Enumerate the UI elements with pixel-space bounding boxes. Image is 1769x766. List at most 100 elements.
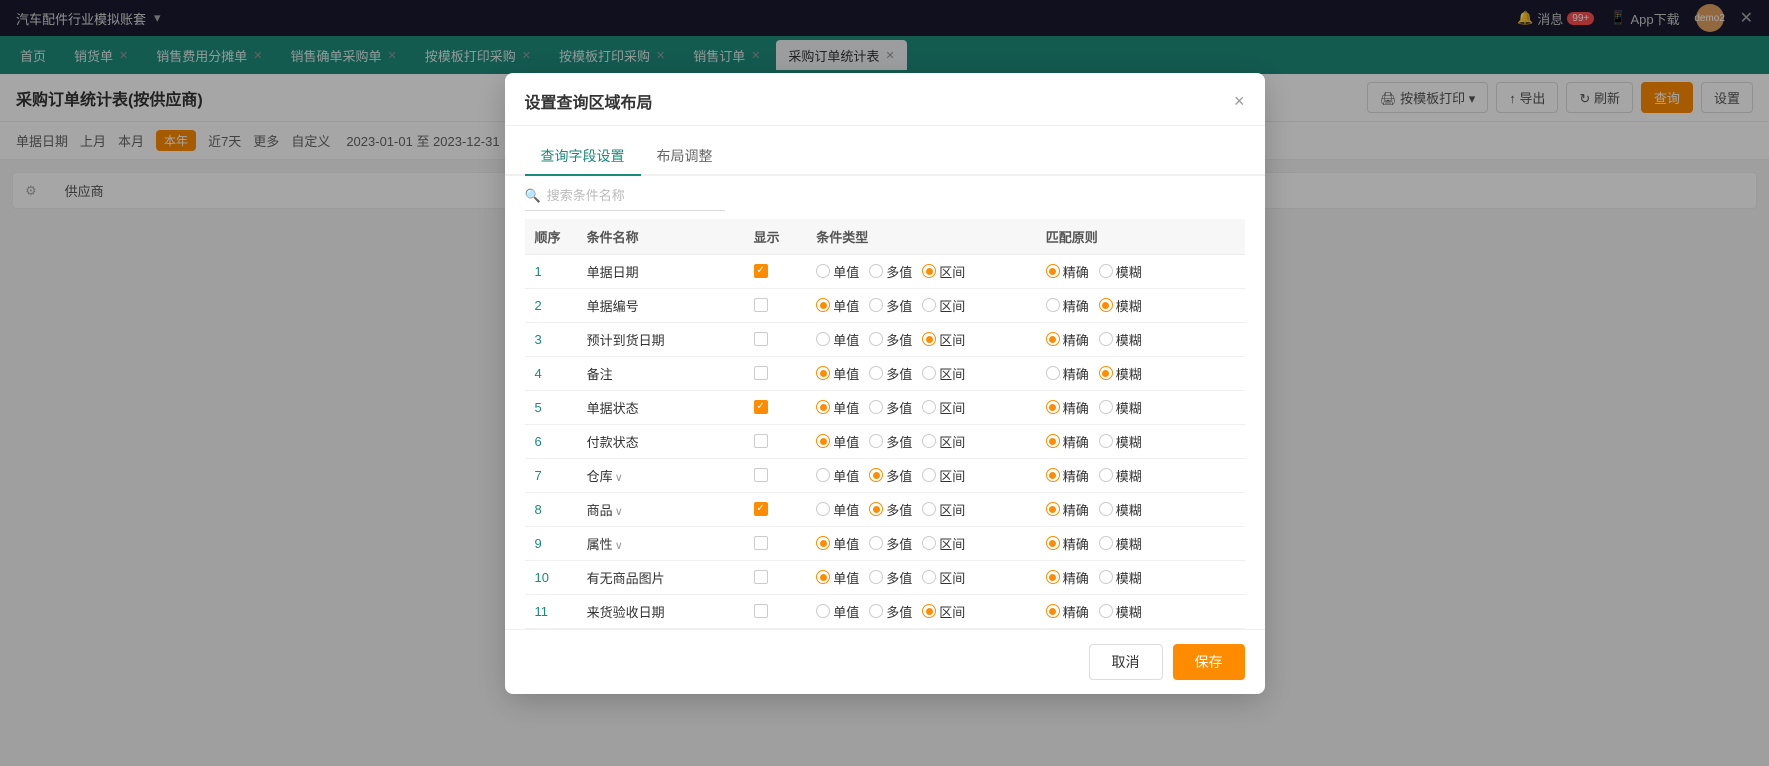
type-radio-单值-4[interactable]: 单值 — [816, 398, 859, 417]
match-radio-精确-3[interactable]: 精确 — [1046, 364, 1089, 383]
show-checkbox-3[interactable] — [754, 366, 768, 380]
type-radio-多值-3[interactable]: 多值 — [869, 364, 912, 383]
match-radio-模糊-7[interactable]: 模糊 — [1099, 500, 1142, 519]
match-radio-精确-6[interactable]: 精确 — [1046, 466, 1089, 485]
match-radio-模糊-5[interactable]: 模糊 — [1099, 432, 1142, 451]
match-radio-精确-10[interactable]: 精确 — [1046, 602, 1089, 621]
show-checkbox-4[interactable] — [754, 400, 768, 414]
table-row: 10有无商品图片单值多值区间精确模糊 — [525, 560, 1245, 594]
type-radio-多值-9[interactable]: 多值 — [869, 568, 912, 587]
type-radio-单值-9[interactable]: 单值 — [816, 568, 859, 587]
type-radio-多值-6[interactable]: 多值 — [869, 466, 912, 485]
dialog-title: 设置查询区域布局 — [525, 89, 653, 113]
type-radio-区间-4[interactable]: 区间 — [922, 398, 965, 417]
match-radio-模糊-9[interactable]: 模糊 — [1099, 568, 1142, 587]
match-radio-精确-9[interactable]: 精确 — [1046, 568, 1089, 587]
show-checkbox-7[interactable] — [754, 502, 768, 516]
match-radio-精确-2[interactable]: 精确 — [1046, 330, 1089, 349]
type-radio-多值-2[interactable]: 多值 — [869, 330, 912, 349]
type-radio-单值-5[interactable]: 单值 — [816, 432, 859, 451]
expand-arrow[interactable]: ∨ — [615, 472, 623, 484]
show-checkbox-2[interactable] — [754, 332, 768, 346]
tab-query-fields[interactable]: 查询字段设置 — [525, 138, 641, 176]
type-radio-单值-7[interactable]: 单值 — [816, 500, 859, 519]
row-show-5[interactable] — [744, 424, 807, 458]
type-radio-区间-0[interactable]: 区间 — [922, 262, 965, 281]
table-row: 6付款状态单值多值区间精确模糊 — [525, 424, 1245, 458]
show-checkbox-5[interactable] — [754, 434, 768, 448]
match-radio-模糊-10[interactable]: 模糊 — [1099, 602, 1142, 621]
type-radio-单值-2[interactable]: 单值 — [816, 330, 859, 349]
type-radio-多值-4[interactable]: 多值 — [869, 398, 912, 417]
row-order-4: 5 — [525, 390, 577, 424]
dialog-close-button[interactable]: × — [1234, 92, 1245, 110]
match-radio-精确-5[interactable]: 精确 — [1046, 432, 1089, 451]
save-button[interactable]: 保存 — [1173, 644, 1245, 680]
match-radio-模糊-6[interactable]: 模糊 — [1099, 466, 1142, 485]
type-radio-单值-10[interactable]: 单值 — [816, 602, 859, 621]
row-show-3[interactable] — [744, 356, 807, 390]
type-radio-多值-7[interactable]: 多值 — [869, 500, 912, 519]
row-show-6[interactable] — [744, 458, 807, 492]
type-radio-多值-10[interactable]: 多值 — [869, 602, 912, 621]
show-checkbox-9[interactable] — [754, 570, 768, 584]
cancel-button[interactable]: 取消 — [1089, 644, 1163, 680]
condition-search-input[interactable] — [547, 188, 707, 203]
dialog-search-area: 🔍 — [505, 176, 1265, 219]
match-radio-模糊-4[interactable]: 模糊 — [1099, 398, 1142, 417]
match-radio-精确-8[interactable]: 精确 — [1046, 534, 1089, 553]
type-radio-区间-3[interactable]: 区间 — [922, 364, 965, 383]
type-radio-区间-1[interactable]: 区间 — [922, 296, 965, 315]
show-checkbox-1[interactable] — [754, 298, 768, 312]
type-radio-区间-2[interactable]: 区间 — [922, 330, 965, 349]
match-radio-模糊-8[interactable]: 模糊 — [1099, 534, 1142, 553]
show-checkbox-0[interactable] — [754, 264, 768, 278]
type-radio-多值-8[interactable]: 多值 — [869, 534, 912, 553]
type-radio-区间-10[interactable]: 区间 — [922, 602, 965, 621]
row-show-8[interactable] — [744, 526, 807, 560]
type-radio-区间-6[interactable]: 区间 — [922, 466, 965, 485]
match-radio-模糊-1[interactable]: 模糊 — [1099, 296, 1142, 315]
table-header-row: 顺序 条件名称 显示 条件类型 — [525, 219, 1245, 255]
row-show-9[interactable] — [744, 560, 807, 594]
tab-layout-adjust[interactable]: 布局调整 — [641, 138, 729, 176]
type-radio-多值-0[interactable]: 多值 — [869, 262, 912, 281]
col-header-order: 顺序 — [525, 219, 577, 255]
match-radio-模糊-0[interactable]: 模糊 — [1099, 262, 1142, 281]
row-name-6: 仓库∨ — [577, 458, 744, 492]
row-name-2: 预计到货日期 — [577, 322, 744, 356]
row-show-0[interactable] — [744, 254, 807, 288]
row-match-1: 精确模糊 — [1036, 288, 1245, 322]
type-radio-单值-6[interactable]: 单值 — [816, 466, 859, 485]
row-order-3: 4 — [525, 356, 577, 390]
match-radio-精确-4[interactable]: 精确 — [1046, 398, 1089, 417]
row-match-3: 精确模糊 — [1036, 356, 1245, 390]
show-checkbox-6[interactable] — [754, 468, 768, 482]
row-show-4[interactable] — [744, 390, 807, 424]
type-radio-单值-0[interactable]: 单值 — [816, 262, 859, 281]
match-radio-精确-1[interactable]: 精确 — [1046, 296, 1089, 315]
row-match-6: 精确模糊 — [1036, 458, 1245, 492]
type-radio-区间-9[interactable]: 区间 — [922, 568, 965, 587]
match-radio-模糊-3[interactable]: 模糊 — [1099, 364, 1142, 383]
type-radio-单值-8[interactable]: 单值 — [816, 534, 859, 553]
expand-arrow[interactable]: ∨ — [615, 540, 623, 552]
row-show-1[interactable] — [744, 288, 807, 322]
type-radio-区间-8[interactable]: 区间 — [922, 534, 965, 553]
table-row: 8商品∨单值多值区间精确模糊 — [525, 492, 1245, 526]
type-radio-多值-5[interactable]: 多值 — [869, 432, 912, 451]
expand-arrow[interactable]: ∨ — [615, 506, 623, 518]
row-show-10[interactable] — [744, 594, 807, 628]
match-radio-精确-7[interactable]: 精确 — [1046, 500, 1089, 519]
type-radio-区间-5[interactable]: 区间 — [922, 432, 965, 451]
row-show-2[interactable] — [744, 322, 807, 356]
show-checkbox-10[interactable] — [754, 604, 768, 618]
show-checkbox-8[interactable] — [754, 536, 768, 550]
type-radio-区间-7[interactable]: 区间 — [922, 500, 965, 519]
match-radio-模糊-2[interactable]: 模糊 — [1099, 330, 1142, 349]
type-radio-单值-1[interactable]: 单值 — [816, 296, 859, 315]
type-radio-多值-1[interactable]: 多值 — [869, 296, 912, 315]
type-radio-单值-3[interactable]: 单值 — [816, 364, 859, 383]
match-radio-精确-0[interactable]: 精确 — [1046, 262, 1089, 281]
row-show-7[interactable] — [744, 492, 807, 526]
